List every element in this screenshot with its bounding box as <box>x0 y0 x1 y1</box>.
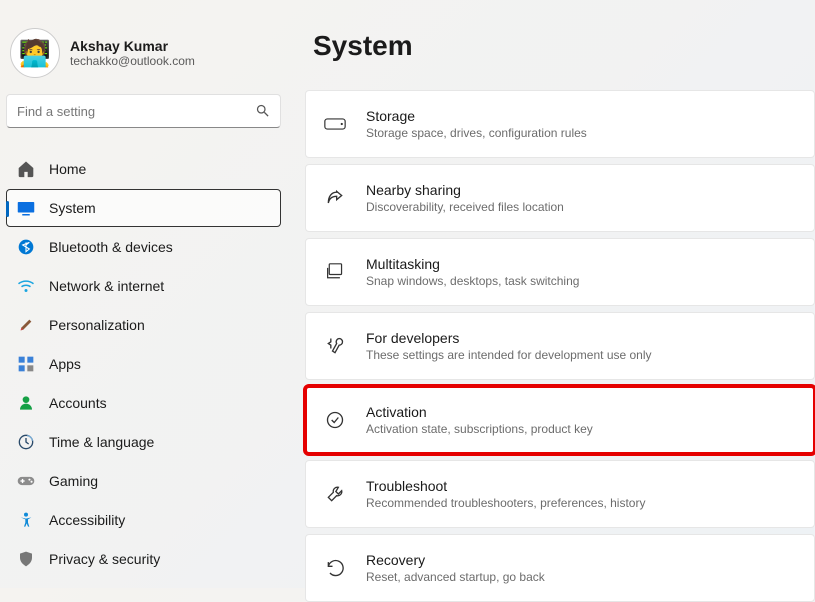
settings-tiles: Storage Storage space, drives, configura… <box>305 90 815 602</box>
tile-subtitle: Recommended troubleshooters, preferences… <box>366 496 645 510</box>
tile-nearby-sharing[interactable]: Nearby sharing Discoverability, received… <box>305 164 815 232</box>
recovery-icon <box>324 557 346 579</box>
nav-personalization[interactable]: Personalization <box>6 306 281 344</box>
user-profile[interactable]: 🧑‍💻 Akshay Kumar techakko@outlook.com <box>10 28 281 78</box>
nav-system[interactable]: System <box>6 189 281 227</box>
apps-icon <box>17 355 35 373</box>
nav-home[interactable]: Home <box>6 150 281 188</box>
gamepad-icon <box>17 472 35 490</box>
home-icon <box>17 160 35 178</box>
tile-for-developers[interactable]: For developers These settings are intend… <box>305 312 815 380</box>
nav-gaming[interactable]: Gaming <box>6 462 281 500</box>
page-title: System <box>313 30 815 62</box>
search-icon <box>255 103 270 118</box>
shield-icon <box>17 550 35 568</box>
bluetooth-icon <box>17 238 35 256</box>
tile-subtitle: Discoverability, received files location <box>366 200 564 214</box>
tile-title: Troubleshoot <box>366 478 645 494</box>
nav-label: Gaming <box>49 473 98 489</box>
nav-label: Time & language <box>49 434 154 450</box>
nav-label: System <box>49 200 96 216</box>
nav-label: Bluetooth & devices <box>49 239 173 255</box>
nav-label: Personalization <box>49 317 145 333</box>
storage-icon <box>324 113 346 135</box>
user-icon <box>17 394 35 412</box>
tile-title: For developers <box>366 330 652 346</box>
share-icon <box>324 187 346 209</box>
nav-network[interactable]: Network & internet <box>6 267 281 305</box>
tile-title: Recovery <box>366 552 545 568</box>
nav-label: Home <box>49 161 86 177</box>
brush-icon <box>17 316 35 334</box>
user-email: techakko@outlook.com <box>70 54 195 68</box>
tile-title: Multitasking <box>366 256 579 272</box>
tile-multitasking[interactable]: Multitasking Snap windows, desktops, tas… <box>305 238 815 306</box>
nav-label: Apps <box>49 356 81 372</box>
avatar: 🧑‍💻 <box>10 28 60 78</box>
main-panel: System Storage Storage space, drives, co… <box>295 0 815 588</box>
tile-storage[interactable]: Storage Storage space, drives, configura… <box>305 90 815 158</box>
nav-label: Privacy & security <box>49 551 160 567</box>
tile-subtitle: Storage space, drives, configuration rul… <box>366 126 587 140</box>
tile-title: Activation <box>366 404 593 420</box>
tile-subtitle: Reset, advanced startup, go back <box>366 570 545 584</box>
tool-icon <box>324 483 346 505</box>
tile-activation[interactable]: Activation Activation state, subscriptio… <box>305 386 815 454</box>
accessibility-icon <box>17 511 35 529</box>
sidebar: 🧑‍💻 Akshay Kumar techakko@outlook.com Ho… <box>0 0 295 588</box>
nav-label: Network & internet <box>49 278 164 294</box>
tile-subtitle: Snap windows, desktops, task switching <box>366 274 579 288</box>
nav-accessibility[interactable]: Accessibility <box>6 501 281 539</box>
nav-accounts[interactable]: Accounts <box>6 384 281 422</box>
nav-label: Accessibility <box>49 512 125 528</box>
tile-title: Nearby sharing <box>366 182 564 198</box>
wrench-icon <box>324 335 346 357</box>
search-box[interactable] <box>6 94 281 128</box>
multitask-icon <box>324 261 346 283</box>
search-input[interactable] <box>7 104 280 119</box>
tile-subtitle: These settings are intended for developm… <box>366 348 652 362</box>
user-name: Akshay Kumar <box>70 38 195 54</box>
tile-troubleshoot[interactable]: Troubleshoot Recommended troubleshooters… <box>305 460 815 528</box>
nav-bluetooth[interactable]: Bluetooth & devices <box>6 228 281 266</box>
nav-time[interactable]: Time & language <box>6 423 281 461</box>
tile-title: Storage <box>366 108 587 124</box>
tile-subtitle: Activation state, subscriptions, product… <box>366 422 593 436</box>
nav-privacy[interactable]: Privacy & security <box>6 540 281 578</box>
nav-label: Accounts <box>49 395 107 411</box>
system-icon <box>17 199 35 217</box>
clock-icon <box>17 433 35 451</box>
nav-list: Home System Bluetooth & devices Network … <box>6 150 281 578</box>
wifi-icon <box>17 277 35 295</box>
tile-recovery[interactable]: Recovery Reset, advanced startup, go bac… <box>305 534 815 602</box>
nav-apps[interactable]: Apps <box>6 345 281 383</box>
check-circle-icon <box>324 409 346 431</box>
